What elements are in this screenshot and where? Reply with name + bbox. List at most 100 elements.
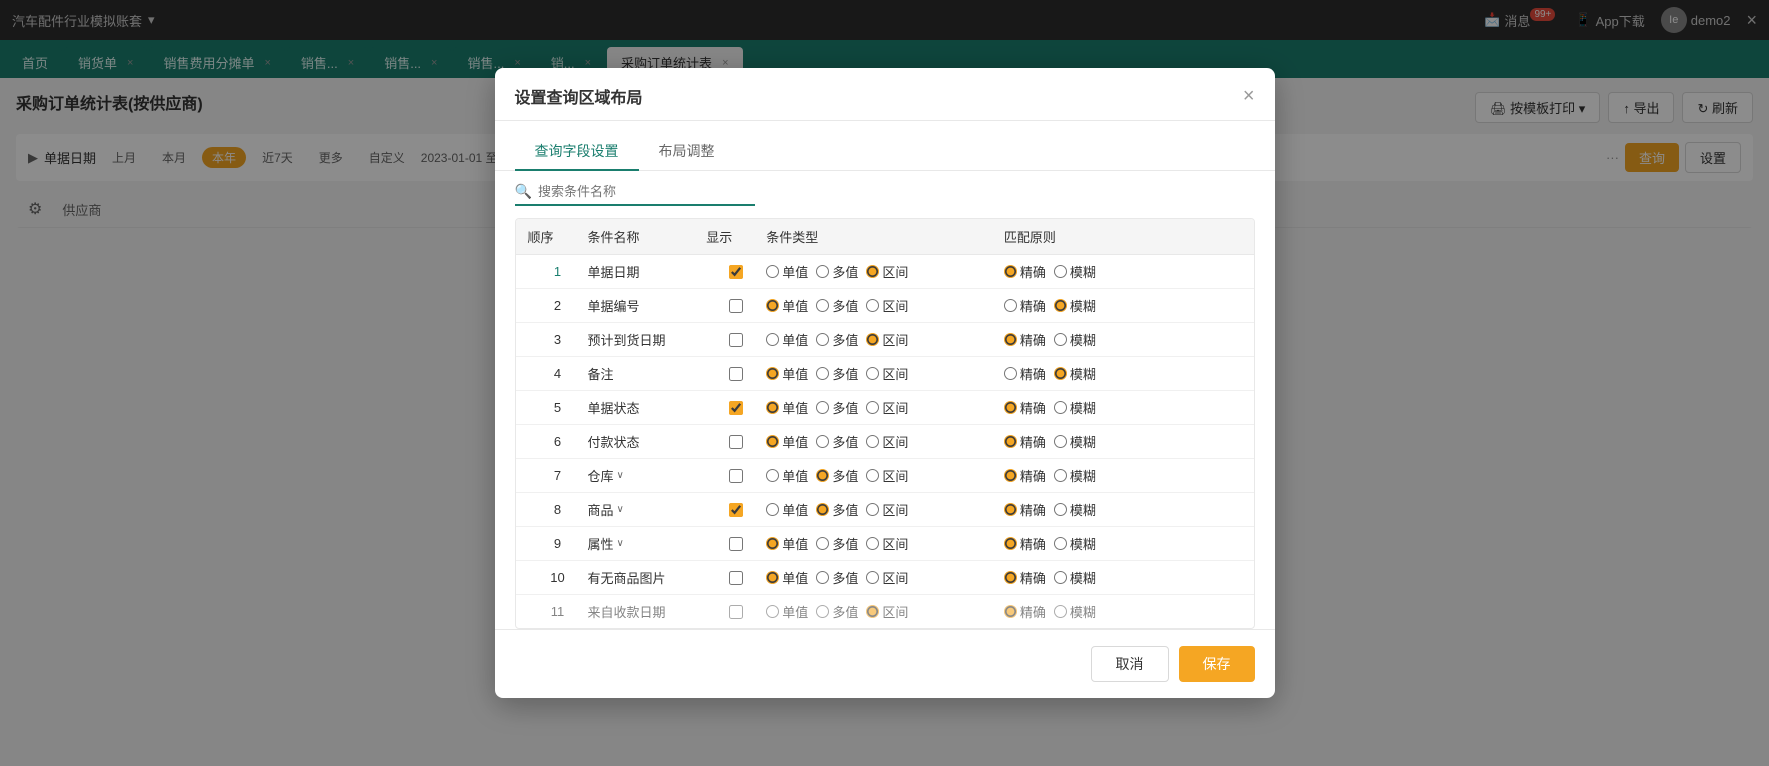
cond-single-2[interactable]: 单值 [766,296,808,315]
row-name-5: 单据状态 [588,398,707,417]
display-checkbox-3[interactable] [729,333,743,347]
match-fuzzy-8[interactable]: 模糊 [1054,500,1096,519]
display-checkbox-2[interactable] [729,299,743,313]
match-exact-10[interactable]: 精确 [1004,568,1046,587]
match-fuzzy-2[interactable]: 模糊 [1054,296,1096,315]
row-match-1: 精确 模糊 [1004,262,1242,281]
match-exact-6[interactable]: 精确 [1004,432,1046,451]
cond-range-2[interactable]: 区间 [866,296,908,315]
cond-multi-9[interactable]: 多值 [816,534,858,553]
row-cond-type-6: 单值 多值 区间 [766,432,1004,451]
cond-single-5[interactable]: 单值 [766,398,808,417]
cond-single-9[interactable]: 单值 [766,534,808,553]
cond-multi-5[interactable]: 多值 [816,398,858,417]
cond-multi-7[interactable]: 多值 [816,466,858,485]
match-fuzzy-1[interactable]: 模糊 [1054,262,1096,281]
display-checkbox-11[interactable] [729,605,743,619]
expand-icon-7[interactable]: ∨ [617,470,624,481]
dialog-header: 设置查询区域布局 × [495,68,1275,121]
cond-range-8[interactable]: 区间 [866,500,908,519]
cond-single-7[interactable]: 单值 [766,466,808,485]
match-exact-5[interactable]: 精确 [1004,398,1046,417]
row-name-1: 单据日期 [588,262,707,281]
row-match-10: 精确 模糊 [1004,568,1242,587]
cancel-button[interactable]: 取消 [1091,646,1169,682]
tab-query-fields[interactable]: 查询字段设置 [515,133,639,171]
table-row: 7 仓库 ∨ 单值 多值 区间 精确 模糊 [516,459,1254,493]
cond-multi-8[interactable]: 多值 [816,500,858,519]
row-cond-type-3: 单值 多值 区间 [766,330,1004,349]
cond-single-3[interactable]: 单值 [766,330,808,349]
cond-multi-4[interactable]: 多值 [816,364,858,383]
match-exact-1[interactable]: 精确 [1004,262,1046,281]
match-exact-2[interactable]: 精确 [1004,296,1046,315]
match-fuzzy-6[interactable]: 模糊 [1054,432,1096,451]
match-fuzzy-4[interactable]: 模糊 [1054,364,1096,383]
row-match-6: 精确 模糊 [1004,432,1242,451]
col-seq-header: 顺序 [528,227,588,246]
cond-range-6[interactable]: 区间 [866,432,908,451]
match-fuzzy-5[interactable]: 模糊 [1054,398,1096,417]
cond-single-4[interactable]: 单值 [766,364,808,383]
display-checkbox-9[interactable] [729,537,743,551]
match-exact-11[interactable]: 精确 [1004,602,1046,621]
cond-range-9[interactable]: 区间 [866,534,908,553]
cond-multi-2[interactable]: 多值 [816,296,858,315]
cond-multi-11[interactable]: 多值 [816,602,858,621]
cond-range-3[interactable]: 区间 [866,330,908,349]
row-name-6: 付款状态 [588,432,707,451]
cond-multi-3[interactable]: 多值 [816,330,858,349]
match-fuzzy-7[interactable]: 模糊 [1054,466,1096,485]
match-fuzzy-10[interactable]: 模糊 [1054,568,1096,587]
display-checkbox-7[interactable] [729,469,743,483]
display-checkbox-8[interactable] [729,503,743,517]
dialog-footer: 取消 保存 [495,629,1275,698]
cond-range-5[interactable]: 区间 [866,398,908,417]
col-display-header: 显示 [706,227,766,246]
col-cond-type-header: 条件类型 [766,227,1004,246]
match-exact-7[interactable]: 精确 [1004,466,1046,485]
cond-range-7[interactable]: 区间 [866,466,908,485]
match-exact-3[interactable]: 精确 [1004,330,1046,349]
expand-icon-8[interactable]: ∨ [617,504,624,515]
cond-multi-1[interactable]: 多值 [816,262,858,281]
row-cond-type-7: 单值 多值 区间 [766,466,1004,485]
cond-range-11[interactable]: 区间 [866,602,908,621]
row-seq-1: 1 [528,264,588,279]
table-row: 1 单据日期 单值 多值 区间 精确 模糊 [516,255,1254,289]
display-checkbox-6[interactable] [729,435,743,449]
cond-single-10[interactable]: 单值 [766,568,808,587]
row-seq-3: 3 [528,332,588,347]
display-checkbox-10[interactable] [729,571,743,585]
cond-single-6[interactable]: 单值 [766,432,808,451]
save-button[interactable]: 保存 [1179,646,1255,682]
row-name-3: 预计到货日期 [588,330,707,349]
tab-layout-adjust[interactable]: 布局调整 [639,133,735,171]
dialog-close-btn[interactable]: × [1243,86,1255,106]
match-exact-4[interactable]: 精确 [1004,364,1046,383]
row-seq-11: 11 [528,604,588,619]
match-fuzzy-9[interactable]: 模糊 [1054,534,1096,553]
match-fuzzy-3[interactable]: 模糊 [1054,330,1096,349]
display-checkbox-5[interactable] [729,401,743,415]
row-match-8: 精确 模糊 [1004,500,1242,519]
match-fuzzy-11[interactable]: 模糊 [1054,602,1096,621]
match-exact-9[interactable]: 精确 [1004,534,1046,553]
cond-single-1[interactable]: 单值 [766,262,808,281]
expand-icon-9[interactable]: ∨ [617,538,624,549]
cond-single-11[interactable]: 单值 [766,602,808,621]
display-checkbox-4[interactable] [729,367,743,381]
dialog-title: 设置查询区域布局 [515,84,643,108]
cond-range-10[interactable]: 区间 [866,568,908,587]
display-checkbox-1[interactable] [729,265,743,279]
cond-range-1[interactable]: 区间 [866,262,908,281]
match-exact-8[interactable]: 精确 [1004,500,1046,519]
row-seq-9: 9 [528,536,588,551]
cond-range-4[interactable]: 区间 [866,364,908,383]
cond-multi-6[interactable]: 多值 [816,432,858,451]
cond-multi-10[interactable]: 多值 [816,568,858,587]
search-input[interactable] [538,184,738,199]
row-match-2: 精确 模糊 [1004,296,1242,315]
row-seq-6: 6 [528,434,588,449]
cond-single-8[interactable]: 单值 [766,500,808,519]
